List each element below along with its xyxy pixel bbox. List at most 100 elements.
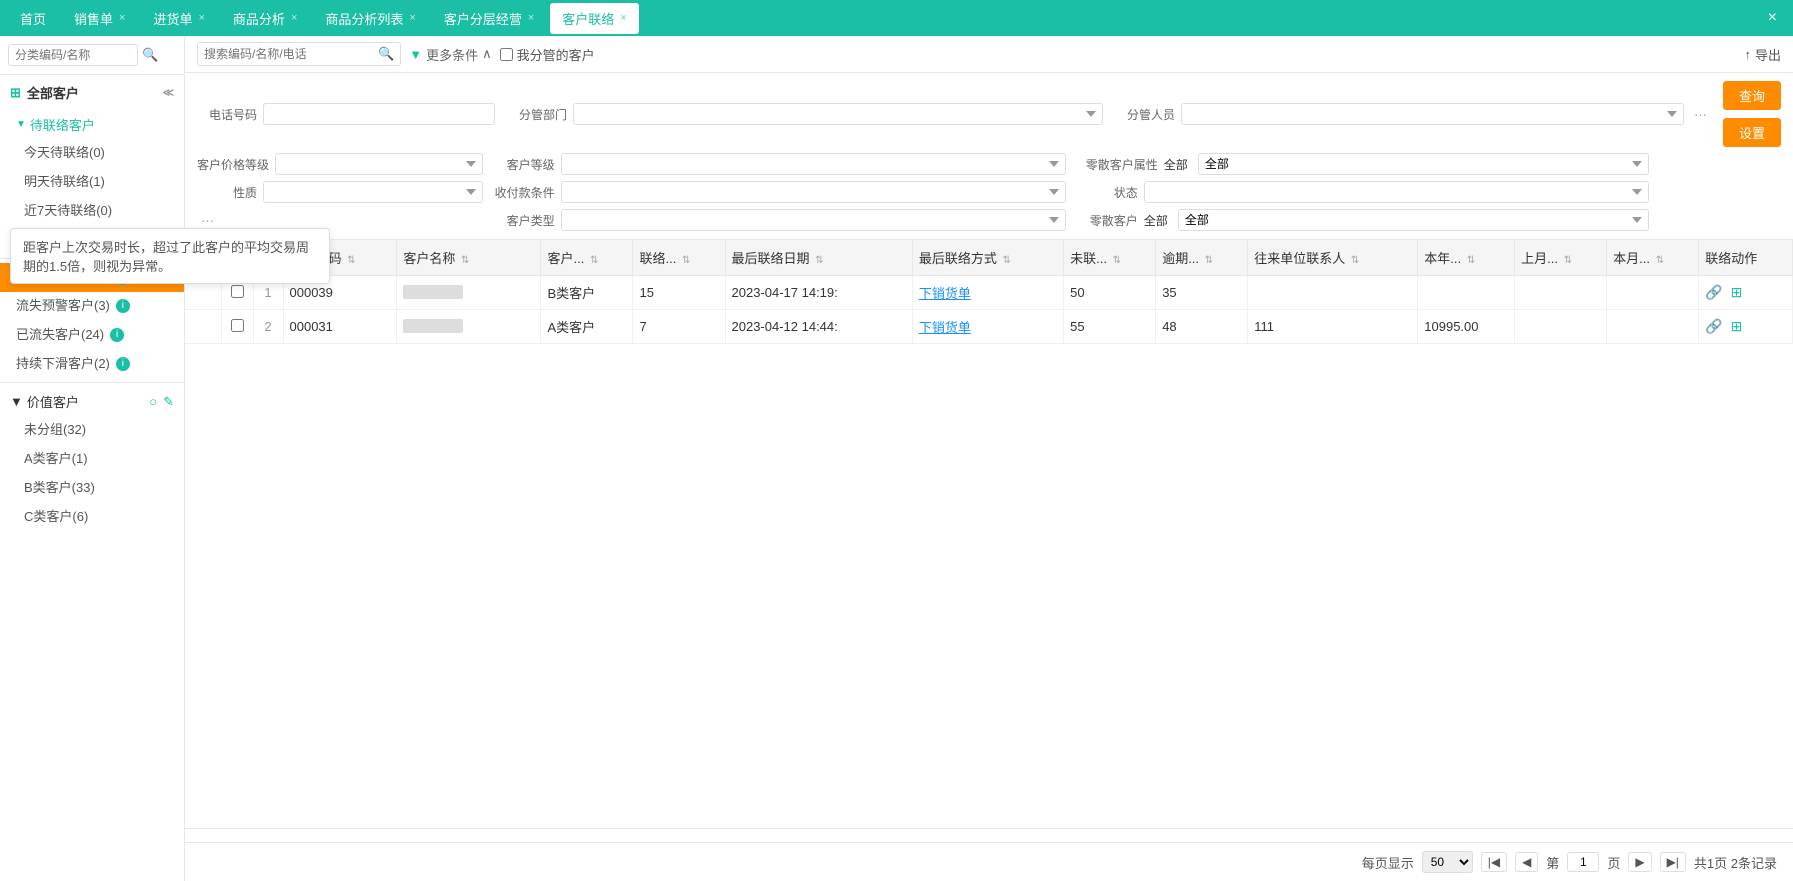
sidebar-search-icon[interactable]: 🔍 [142,47,158,63]
nav-close-purchase[interactable]: × [198,12,204,24]
info-icon-declining[interactable]: i [116,357,130,371]
payment-select[interactable] [561,181,1066,203]
last-contact-method-2[interactable]: 下销货单 [919,320,971,335]
more-conditions-label: 更多条件 [426,45,478,64]
td-unlinked-2: 55 [1064,310,1156,344]
my-customers-checkbox[interactable] [500,48,513,61]
action-grid-icon-1[interactable]: ⊞ [1731,284,1743,301]
action-link-icon-1[interactable]: 🔗 [1705,284,1722,301]
nav-close-sales[interactable]: × [119,12,125,24]
th-class: 客户... ⇅ [541,240,633,276]
person-select[interactable] [1181,103,1684,125]
7days-contact-label: 近7天待联络(0) [24,203,112,218]
tooltip-text: 距客户上次交易时长，超过了此客户的平均交易周期的1.5倍，则视为异常。 [23,240,309,274]
edit-icon[interactable]: ○ [149,394,157,410]
value-customer-title[interactable]: ▼ 价值客户 ○ ✎ [0,387,184,416]
nav-item-customer-contact[interactable]: 客户联络 × [550,3,638,34]
col-action-label: 联络动作 [1705,251,1757,266]
nav-label-customer-tier: 客户分层经营 [444,9,522,28]
action-grid-icon-2[interactable]: ⊞ [1731,318,1743,335]
sidebar-item-7days[interactable]: 近7天待联络(0) [0,197,184,226]
person-ellipsis[interactable]: ··· [1690,107,1711,122]
status-select[interactable] [1144,181,1649,203]
horizontal-scrollbar[interactable] [185,828,1793,842]
this-year-2: 10995.00 [1424,319,1478,334]
code-1: 000039 [290,285,333,300]
nav-item-home[interactable]: 首页 [8,3,58,34]
filter-search-icon[interactable]: 🔍 [378,46,394,62]
settings-button[interactable]: 设置 [1723,118,1781,147]
per-page-label: 每页显示 [1362,853,1414,872]
b-class-label: B类客户(33) [24,480,95,495]
phone-input[interactable] [263,103,495,125]
filter-form: 电话号码 分管部门 分管人员 [185,73,1793,240]
sidebar-all-customers[interactable]: ⊞ 全部客户 ≪ [0,75,184,110]
settings-icon2[interactable]: ✎ [163,394,174,410]
last-page-btn[interactable]: ▶| [1660,852,1686,872]
th-last-month: 上月... ⇅ [1515,240,1607,276]
next-page-btn[interactable]: ▶ [1628,852,1651,872]
nav-item-purchase[interactable]: 进货单 × [141,3,216,34]
sidebar-item-today[interactable]: 今天待联络(0) [0,139,184,168]
customer-type-select[interactable] [561,209,1066,231]
prev-page-btn[interactable]: ◀ [1515,852,1538,872]
sidebar-item-churn-warning[interactable]: 流失预警客户(3) i [0,292,184,321]
sort-icon-last-month: ⇅ [1564,255,1572,266]
action-link-icon-2[interactable]: 🔗 [1705,318,1722,335]
filter-payment-field: 收付款条件 [495,181,1066,203]
col-last-contact-method-label: 最后联络方式 [919,251,997,266]
nav-close-analysis[interactable]: × [291,12,297,24]
sidebar-item-a-class[interactable]: A类客户(1) [0,445,184,474]
last-contact-method-1[interactable]: 下销货单 [919,286,971,301]
dept-select[interactable] [573,103,1103,125]
action-buttons: 查询 设置 [1723,81,1781,147]
row-checkbox-2[interactable] [231,319,244,332]
sidebar-item-unclassified[interactable]: 未分组(32) [0,416,184,445]
col-class-label: 客户... [547,251,584,266]
filter-dept-field: 分管部门 [507,103,1103,125]
scatter-attr-select[interactable]: 全部 [1198,153,1649,175]
filter-customer-class-field: 客户等级 [495,153,1066,175]
sidebar-item-declining[interactable]: 持续下滑客户(2) i [0,350,184,379]
sidebar-item-b-class[interactable]: B类客户(33) [0,474,184,503]
col-contact-person-label: 往来单位联系人 [1254,251,1345,266]
nav-item-customer-tier[interactable]: 客户分层经营 × [432,3,546,34]
sidebar-item-c-class[interactable]: C类客户(6) [0,503,184,532]
nav-item-sales[interactable]: 销售单 × [62,3,137,34]
filter-search-input[interactable] [204,47,374,61]
nature-select[interactable] [263,181,483,203]
arrow-down-icon2: ▼ [10,394,23,409]
name-1 [403,285,463,299]
query-button[interactable]: 查询 [1723,81,1781,110]
row-checkbox-1[interactable] [231,285,244,298]
page-num-input[interactable] [1567,852,1599,872]
nav-item-analysis[interactable]: 商品分析 × [221,3,309,34]
row4-ellipsis[interactable]: ··· [197,213,218,228]
sidebar-search-input[interactable] [8,44,138,66]
window-close-button[interactable]: × [1760,5,1785,31]
per-page-select[interactable]: 50 20 100 [1422,851,1473,873]
td-class-1: B类客户 [541,276,633,310]
price-class-select[interactable] [275,153,483,175]
sidebar-item-churned[interactable]: 已流失客户(24) i [0,321,184,350]
nav-close-analysis-list[interactable]: × [409,12,415,24]
export-button[interactable]: ↑ 导出 [1744,45,1781,64]
nav-close-customer-contact[interactable]: × [620,12,626,24]
chevron-up-icon: ∧ [482,46,492,62]
price-class-label: 客户价格等级 [197,156,269,173]
nav-item-analysis-list[interactable]: 商品分析列表 × [313,3,427,34]
info-icon-churn-warning[interactable]: i [116,299,130,313]
customer-class-select[interactable] [561,153,1066,175]
col-contact-count-label: 联络... [639,251,676,266]
more-conditions-btn[interactable]: ▼ 更多条件 ∧ [409,45,491,64]
waiting-contact-title[interactable]: ▼ 待联络客户 [0,110,184,139]
sidebar-collapse-btn[interactable]: ≪ [162,86,174,99]
info-icon-churned[interactable]: i [110,328,124,342]
all-customers-label: 全部客户 [27,83,79,102]
sidebar-item-tomorrow[interactable]: 明天待联络(1) [0,168,184,197]
scatter-customer-select[interactable]: 全部 [1178,209,1649,231]
nav-close-customer-tier[interactable]: × [528,12,534,24]
first-page-btn[interactable]: |◀ [1481,852,1507,872]
churned-label: 已流失客户(24) [16,325,104,346]
th-unlinked: 未联... ⇅ [1064,240,1156,276]
